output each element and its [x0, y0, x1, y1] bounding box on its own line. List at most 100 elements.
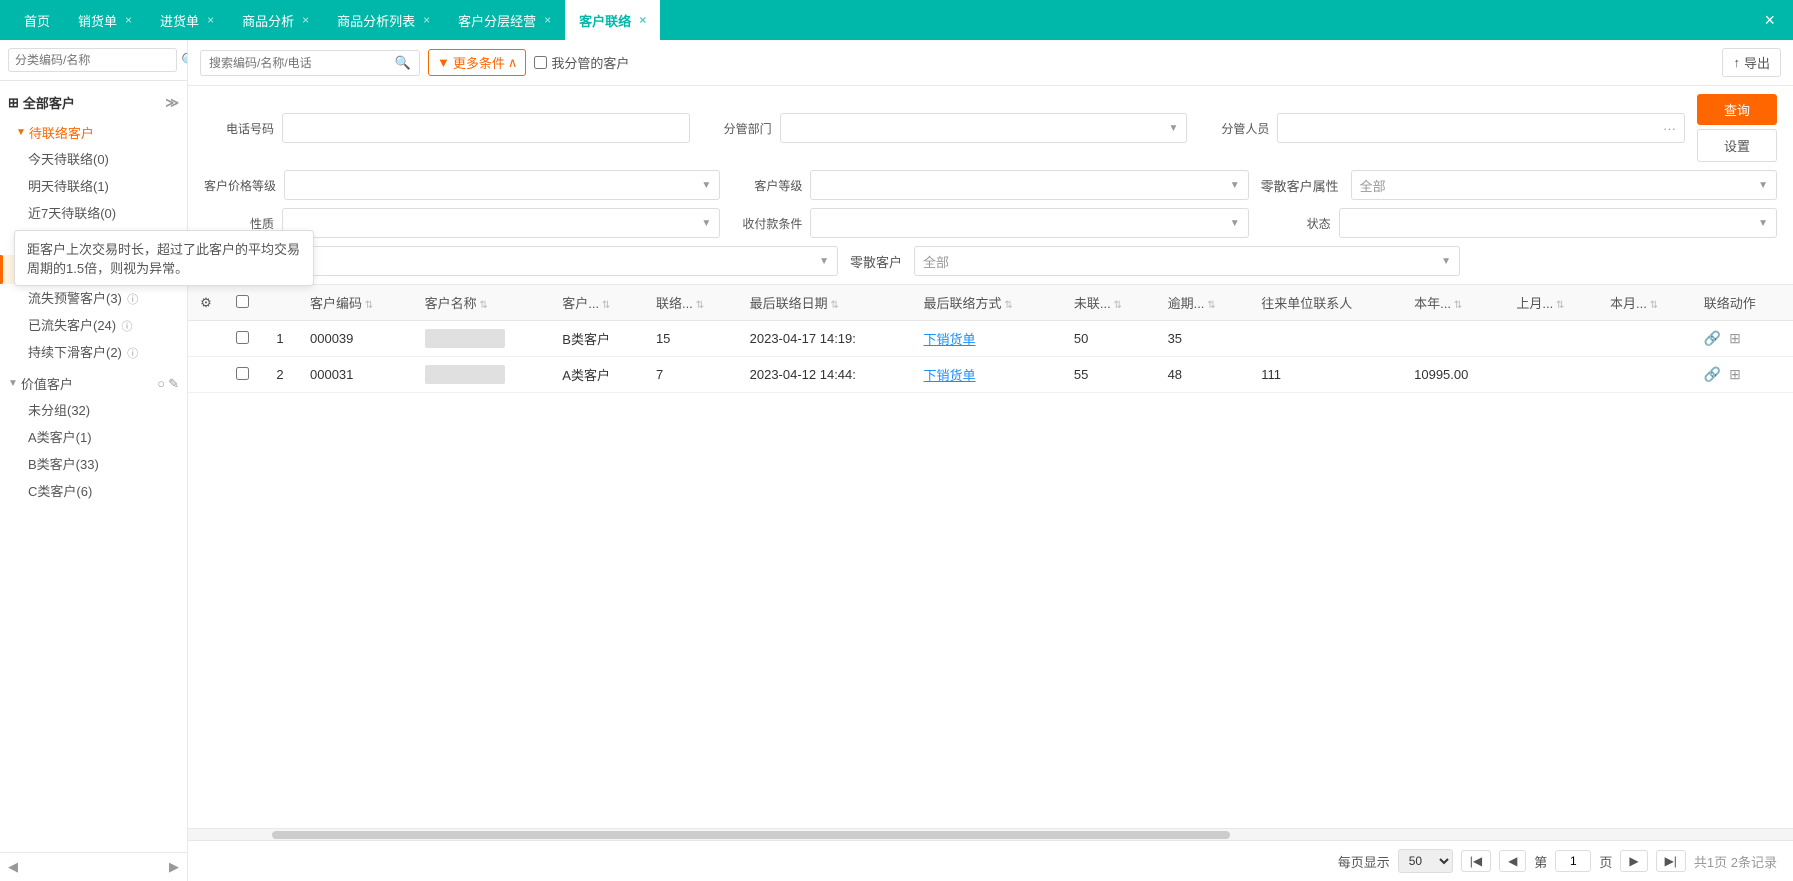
col-this-month[interactable]: 本月... [1600, 285, 1694, 321]
col-last-month[interactable]: 上月... [1506, 285, 1600, 321]
next-page-button[interactable]: ▶ [1620, 850, 1647, 872]
row2-contacts: 7 [646, 357, 740, 393]
customer-type-select[interactable]: ▼ [306, 246, 838, 276]
nav-close-product-analysis-list[interactable]: × [423, 13, 430, 27]
filter-customer-grade: 客户等级 ▼ [732, 170, 1248, 200]
person-input[interactable]: ··· [1277, 113, 1685, 143]
col-contact-action: 联络动作 [1694, 285, 1793, 321]
row1-link-icon[interactable]: 🔗 [1704, 330, 1721, 347]
sidebar-section-pending[interactable]: ▼ 待联络客户 [0, 118, 187, 145]
sidebar-nav-left[interactable]: ◀ [8, 859, 18, 875]
customer-grade-select[interactable]: ▼ [810, 170, 1248, 200]
settings-button[interactable]: 设置 [1697, 129, 1777, 162]
prev-page-button[interactable]: ◀ [1499, 850, 1526, 872]
nav-home[interactable]: 首页 [10, 0, 64, 40]
col-settings[interactable]: ⚙ [188, 285, 224, 321]
row2-checkbox[interactable] [224, 357, 260, 393]
sidebar-collapse-icon[interactable]: ≫ [165, 95, 179, 111]
nav-product-analysis[interactable]: 商品分析 × [228, 0, 323, 40]
nav-close-purchase-order[interactable]: × [207, 13, 214, 27]
nav-sales-order[interactable]: 销货单 × [64, 0, 146, 40]
row1-grid-icon[interactable]: ⊞ [1729, 330, 1741, 347]
last-page-button[interactable]: ▶| [1656, 850, 1686, 872]
sidebar-item-lost[interactable]: 已流失客户(24) ⓘ [0, 311, 187, 338]
my-customers-checkbox[interactable] [534, 56, 547, 69]
window-close-button[interactable]: × [1756, 10, 1783, 31]
gender-dropdown-icon: ▼ [701, 218, 711, 229]
row2-check[interactable] [236, 367, 249, 380]
status-select[interactable]: ▼ [1339, 208, 1777, 238]
nav-product-analysis-list[interactable]: 商品分析列表 × [323, 0, 444, 40]
nav-close-product-analysis[interactable]: × [302, 13, 309, 27]
sidebar-nav-right[interactable]: ▶ [169, 859, 179, 875]
nav-close-customer-contact[interactable]: × [639, 13, 646, 27]
col-last-contact-date[interactable]: 最后联络日期 [740, 285, 914, 321]
sidebar-item-a-class[interactable]: A类客户(1) [0, 423, 187, 450]
col-customer-code[interactable]: 客户编码 [300, 285, 415, 321]
gender-select[interactable]: ▼ [282, 208, 720, 238]
sidebar-search-input[interactable] [8, 48, 177, 72]
row1-category: B类客户 [552, 321, 646, 357]
sidebar-item-b-class[interactable]: B类客户(33) [0, 450, 187, 477]
filter-row-1: 电话号码 分管部门 ▼ 分管人员 ··· [204, 94, 1777, 162]
dept-select[interactable]: ▼ [780, 113, 1188, 143]
col-overdue[interactable]: 逾期... [1158, 285, 1252, 321]
nav-close-sales-order[interactable]: × [125, 13, 132, 27]
sidebar-item-7days[interactable]: 近7天待联络(0) [0, 199, 187, 226]
col-unit-contact[interactable]: 往来单位联系人 [1251, 285, 1404, 321]
page-number-input[interactable] [1555, 850, 1591, 872]
more-conditions-button[interactable]: ▼ 更多条件 ∧ [428, 49, 526, 76]
nav-customer-contact[interactable]: 客户联络 × [565, 0, 660, 40]
sidebar-item-today[interactable]: 今天待联络(0) [0, 145, 187, 172]
scrollbar-thumb[interactable] [272, 831, 1230, 839]
retail-attr-select[interactable]: 全部 ▼ [1351, 170, 1777, 200]
row1-check[interactable] [236, 331, 249, 344]
col-customer-name[interactable]: 客户名称 [415, 285, 553, 321]
select-all-checkbox[interactable] [236, 295, 249, 308]
col-checkbox-header[interactable] [224, 285, 260, 321]
row1-checkbox[interactable] [224, 321, 260, 357]
col-contacts[interactable]: 联络... [646, 285, 740, 321]
nav-purchase-order[interactable]: 进货单 × [146, 0, 228, 40]
sidebar-section-value[interactable]: ▼ 价值客户 ○ ✎ [0, 369, 187, 396]
circle-icon-value[interactable]: ○ [157, 376, 165, 392]
edit-icon-value[interactable]: ✎ [168, 376, 179, 392]
row1-settings [188, 321, 224, 357]
payment-select[interactable]: ▼ [810, 208, 1248, 238]
filter-person: 分管人员 ··· [1199, 113, 1685, 143]
info-icon-declining: ⓘ [127, 348, 138, 360]
col-uncontacted[interactable]: 未联... [1064, 285, 1158, 321]
table-body: 1 000039 ████ B类客户 15 2023-04-17 14:19: … [188, 321, 1793, 393]
col-last-contact-method[interactable]: 最后联络方式 [914, 285, 1064, 321]
per-page-select[interactable]: 50 20 100 [1398, 849, 1453, 873]
nav-close-customer-segmentation[interactable]: × [544, 13, 551, 27]
customer-type-dropdown-icon: ▼ [819, 256, 829, 267]
export-button[interactable]: ↑ 导出 [1722, 48, 1781, 77]
sidebar-item-ungroup[interactable]: 未分组(32) [0, 396, 187, 423]
sidebar-item-tomorrow[interactable]: 明天待联络(1) [0, 172, 187, 199]
retail-customer-select[interactable]: 全部 ▼ [914, 246, 1460, 276]
col-category[interactable]: 客户... [552, 285, 646, 321]
row2-last-method[interactable]: 下销货单 [914, 357, 1064, 393]
row1-last-method[interactable]: 下销货单 [914, 321, 1064, 357]
nav-customer-segmentation[interactable]: 客户分层经营 × [444, 0, 565, 40]
query-button[interactable]: 查询 [1697, 94, 1777, 125]
sidebar-item-c-class[interactable]: C类客户(6) [0, 477, 187, 504]
main-search-icon[interactable]: 🔍 [395, 55, 411, 71]
sidebar-all-customers[interactable]: ⊞ 全部客户 ≫ [0, 87, 187, 118]
first-page-button[interactable]: |◀ [1461, 850, 1491, 872]
col-this-year[interactable]: 本年... [1404, 285, 1506, 321]
row1-code[interactable]: 000039 [300, 321, 415, 357]
sidebar-search-icon[interactable]: 🔍 [181, 52, 188, 69]
horizontal-scrollbar[interactable] [188, 828, 1793, 840]
price-grade-select[interactable]: ▼ [284, 170, 720, 200]
sidebar-item-loss-warning[interactable]: 流失预警客户(3) ⓘ [0, 284, 187, 311]
row2-grid-icon[interactable]: ⊞ [1729, 366, 1741, 383]
phone-input[interactable] [282, 113, 690, 143]
row2-link-icon[interactable]: 🔗 [1704, 366, 1721, 383]
row2-code[interactable]: 000031 [300, 357, 415, 393]
sidebar-item-declining[interactable]: 持续下滑客户(2) ⓘ [0, 338, 187, 365]
main-search-input[interactable] [209, 56, 391, 70]
my-customers-checkbox-container[interactable]: 我分管的客户 [534, 53, 629, 72]
search-box[interactable]: 🔍 [200, 50, 420, 76]
